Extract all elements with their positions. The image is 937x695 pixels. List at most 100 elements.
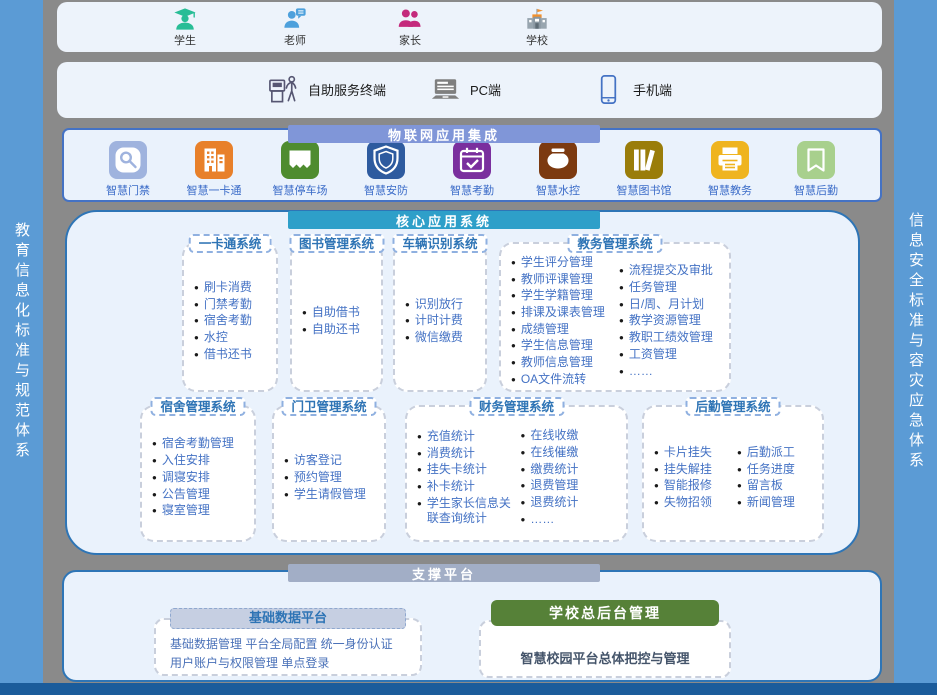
feature-label: 缴费统计 — [530, 462, 578, 477]
academic-printer-icon — [711, 141, 749, 179]
iot-app-item: 智慧水控 — [520, 141, 596, 198]
bullet-icon: ● — [511, 325, 516, 337]
feature-item: ●消费统计 — [417, 446, 521, 461]
system-box-features: ●自助借书 ● 自助还书 — [292, 244, 381, 390]
system-box: 图书管理系统●自助借书●自助还书 — [290, 242, 383, 392]
feature-label: 排课及课表管理 — [521, 305, 605, 320]
feature-item: ●学生家长信息关联查询统计 — [417, 496, 521, 526]
iot-app-label: 智慧安防 — [364, 182, 408, 198]
feature-item: ●学生学籍管理 — [511, 288, 619, 303]
system-box-features: ●访客登记●预约管理●学生请假管理 — [274, 407, 384, 540]
iot-section-title: 物联网应用集成 — [288, 125, 600, 143]
system-box-title: 门卫管理系统 — [281, 397, 376, 416]
support-section-title: 支撑平台 — [288, 564, 600, 582]
water-control-icon — [539, 141, 577, 179]
feature-item: ●教职工绩效管理 — [619, 330, 727, 345]
bullet-icon: ● — [737, 498, 742, 510]
bullet-icon: ● — [619, 367, 624, 379]
feature-item: ●学生请假管理 — [284, 487, 382, 502]
feature-item: ●智能报修 — [654, 478, 737, 493]
system-box-title: 宿舍管理系统 — [150, 397, 245, 416]
bullet-icon: ● — [654, 481, 659, 493]
system-box-title: 图书管理系统 — [289, 234, 384, 253]
feature-label: …… — [629, 364, 653, 379]
feature-label: 任务管理 — [629, 280, 677, 295]
bullet-icon: ● — [302, 325, 307, 337]
bullet-icon: ● — [284, 490, 289, 502]
feature-item: ● 挂失解挂 — [654, 462, 737, 477]
bullet-icon: ● — [619, 283, 624, 295]
bullet-icon: ● — [521, 465, 526, 477]
feature-item: ● …… — [521, 512, 625, 527]
education-standards-label: 教育信息化标准与规范体系 — [11, 222, 32, 462]
feature-label: 计时计费 — [415, 313, 463, 328]
iot-app-label: 智慧图书馆 — [617, 182, 672, 198]
feature-label: 充值统计 — [427, 429, 475, 444]
feature-label: 新闻管理 — [747, 495, 795, 510]
bullet-icon: ● — [619, 316, 624, 328]
feature-label: 访客登记 — [294, 453, 342, 468]
bullet-icon: ● — [521, 515, 526, 527]
bullet-icon: ● — [619, 300, 624, 312]
feature-label: 自助还书 — [312, 322, 360, 337]
bullet-icon: ● — [194, 333, 199, 345]
feature-item: ●调寝安排 — [152, 470, 252, 485]
feature-label: 教师评课管理 — [521, 272, 593, 287]
feature-item: ●后勤派工 — [737, 445, 820, 460]
feature-item: ●自助借书 — [302, 305, 379, 320]
feature-item: ●卡片挂失 — [654, 445, 737, 460]
feature-item: ●失物招领 — [654, 495, 737, 510]
bullet-icon: ● — [417, 482, 422, 494]
feature-label: 退费管理 — [530, 478, 578, 493]
feature-item: ●计时计费 — [405, 313, 483, 328]
system-box-title: 财务管理系统 — [469, 397, 564, 416]
student-icon — [173, 7, 197, 31]
bullet-icon: ● — [521, 448, 526, 460]
feature-label: 成绩管理 — [521, 322, 569, 337]
base-data-platform-title: 基础数据平台 — [170, 608, 406, 629]
user-role-label: 学校 — [526, 32, 548, 48]
feature-label: …… — [530, 512, 554, 527]
system-box: 车辆识别系统●识别放行●计时计费●微信缴费 — [393, 242, 487, 392]
support-platform-panel: 基础数据平台 基础数据管理 平台全局配置 统一身份认证 用户账户与权限管理 单点… — [62, 570, 882, 682]
education-standards-sidebar: 教育信息化标准与规范体系 — [0, 0, 43, 683]
access-terminals-panel: 自助服务终端PC端手机端 — [57, 62, 882, 118]
bullet-icon: ● — [152, 439, 157, 451]
feature-label: 识别放行 — [415, 297, 463, 312]
feature-label: 补卡统计 — [427, 479, 475, 494]
feature-label: 门禁考勤 — [204, 297, 252, 312]
feature-item: ● …… — [619, 364, 727, 379]
bullet-icon: ● — [194, 300, 199, 312]
feature-item: ●日/周、月计划 — [619, 297, 727, 312]
iot-app-label: 智慧水控 — [536, 182, 580, 198]
bullet-icon: ● — [654, 465, 659, 477]
feature-item: ●任务进度 — [737, 462, 820, 477]
feature-label: 在线收缴 — [530, 428, 578, 443]
feature-label: 学生评分管理 — [521, 255, 593, 270]
core-systems-panel: 一卡通系统●刷卡消费●门禁考勤●宿舍考勤●水控●借书还书图书管理系统●自助借书●… — [65, 210, 860, 555]
bullet-icon: ● — [511, 275, 516, 287]
onecard-building-icon — [195, 141, 233, 179]
user-role-label: 学生 — [174, 32, 196, 48]
bottom-accent-bar — [0, 683, 937, 695]
bullet-icon: ● — [152, 490, 157, 502]
feature-label: 教学资源管理 — [629, 313, 701, 328]
feature-label: 工资管理 — [629, 347, 677, 362]
feature-item: ●学生信息管理 — [511, 338, 619, 353]
feature-item: ●微信缴费 — [405, 330, 483, 345]
feature-label: 卡片挂失 — [664, 445, 712, 460]
feature-label: 挂失解挂 — [664, 462, 712, 477]
feature-label: 自助借书 — [312, 305, 360, 320]
feature-label: 教师信息管理 — [521, 355, 593, 370]
school-icon — [525, 7, 549, 31]
feature-item: ●访客登记 — [284, 453, 382, 468]
bullet-icon: ● — [194, 316, 199, 328]
feature-item: ●OA文件流转 — [511, 372, 619, 387]
feature-column: ●自助借书 ● 自助还书 — [302, 256, 379, 386]
iot-app-label: 智慧教务 — [708, 182, 752, 198]
iot-app-item: 智慧考勤 — [434, 141, 510, 198]
bullet-icon: ● — [405, 333, 410, 345]
bullet-icon: ● — [737, 481, 742, 493]
bullet-icon: ● — [521, 498, 526, 510]
feature-item: ● 任务管理 — [619, 280, 727, 295]
